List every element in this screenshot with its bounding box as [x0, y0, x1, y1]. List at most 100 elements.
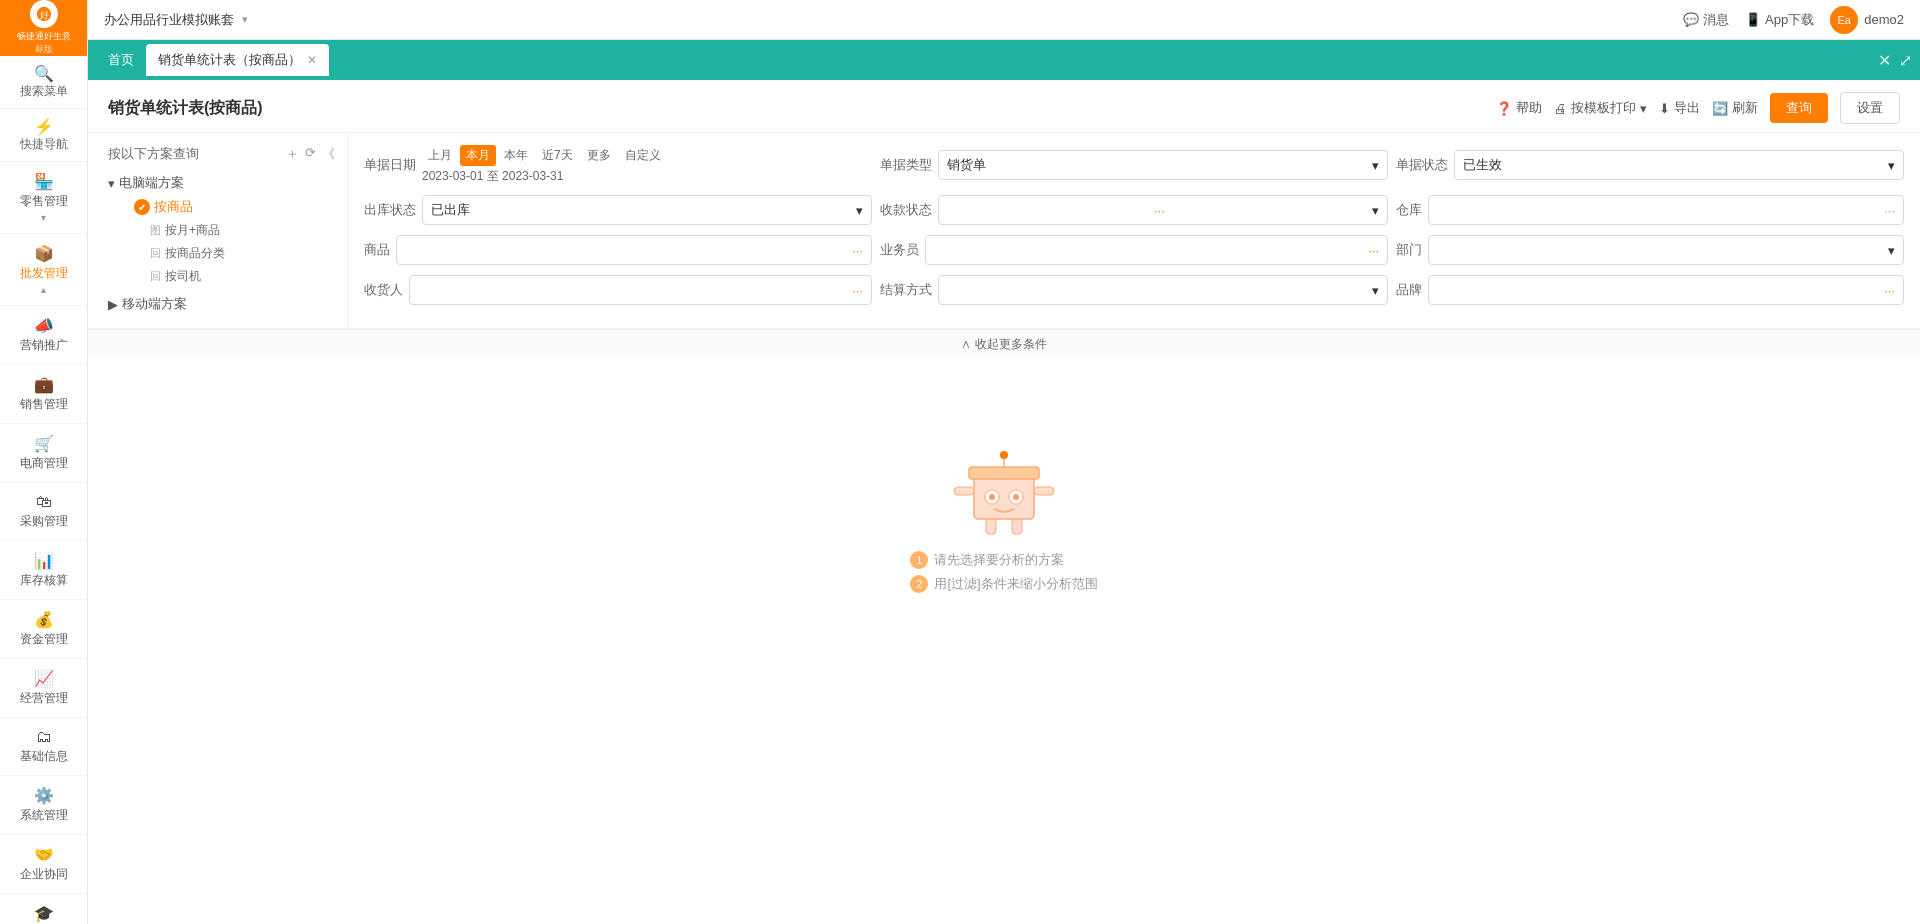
topbar-right: 💬 消息 📱 App下载 Ea demo2: [1683, 6, 1904, 34]
logo-icon: 好: [30, 0, 58, 28]
tree-pc-parent[interactable]: ▾ 电脑端方案: [108, 171, 335, 195]
filter-row-4: 收货人 ··· 结算方式 ▾: [364, 275, 1904, 305]
dept-label: 部门: [1396, 241, 1422, 259]
add-scheme-icon[interactable]: ＋: [286, 145, 299, 163]
tree-item-by-month-goods[interactable]: 图 按月+商品: [144, 219, 335, 242]
wholesale-icon: 📦: [34, 244, 54, 263]
date-label: 单据日期: [364, 156, 416, 174]
sidebar-item-operations[interactable]: 📈 经营管理: [0, 659, 87, 718]
tree-item-by-category[interactable]: 回 按商品分类: [144, 242, 335, 265]
empty-state: 1 请先选择要分析的方案 2 用[过滤]条件来缩小分析范围: [88, 359, 1920, 673]
sidebar-item-retail[interactable]: 🏪 零售管理 ▾: [0, 162, 87, 234]
help-btn[interactable]: ❓ 帮助: [1496, 99, 1542, 117]
svg-rect-13: [1012, 519, 1022, 534]
goods-select[interactable]: ···: [396, 235, 872, 265]
message-btn[interactable]: 💬 消息: [1683, 11, 1729, 29]
sidebar-item-purchase[interactable]: 🛍 采购管理: [0, 483, 87, 541]
svg-rect-10: [954, 487, 974, 495]
date-tab-more[interactable]: 更多: [581, 145, 617, 166]
dept-select[interactable]: ▾: [1428, 235, 1904, 265]
receipt-dots-icon[interactable]: ···: [1154, 203, 1165, 218]
warehouse-field-group: 仓库 ···: [1396, 195, 1904, 225]
search-menu[interactable]: 🔍 搜索菜单: [0, 56, 87, 109]
consignee-dots-icon[interactable]: ···: [852, 283, 863, 298]
minimize-icon[interactable]: ✕: [1878, 51, 1891, 70]
dept-dropdown-icon: ▾: [1888, 243, 1895, 258]
payment-select[interactable]: ▾: [938, 275, 1388, 305]
doc-status-select[interactable]: 已生效 ▾: [1454, 150, 1904, 180]
date-tab-custom[interactable]: 自定义: [619, 145, 667, 166]
dropdown-icon[interactable]: ▾: [242, 13, 248, 26]
brand-label: 品牌: [1396, 281, 1422, 299]
svg-rect-11: [1034, 487, 1054, 495]
sidebar-item-ecommerce[interactable]: 🛒 电商管理: [0, 424, 87, 483]
refresh-scheme-icon[interactable]: ⟳: [305, 145, 316, 163]
filter-row-1: 单据日期 上月 本月 本年 近7天 更多 自定义 20: [364, 145, 1904, 185]
tree-item-by-goods[interactable]: ✔ 按商品: [128, 195, 335, 219]
svg-rect-3: [969, 467, 1039, 479]
filter-row-2: 出库状态 已出库 ▾ 收款状态 ··· ▾: [364, 195, 1904, 225]
svg-rect-12: [986, 519, 996, 534]
page-actions: ❓ 帮助 🖨 按模板打印 ▾ ⬇ 导出 🔄 刷新: [1496, 92, 1900, 124]
arrow-up-icon: ▴: [41, 284, 46, 295]
settings-button[interactable]: 设置: [1840, 92, 1900, 124]
tree-arrow-icon: ▾: [108, 176, 115, 191]
doc-status-dropdown-icon: ▾: [1888, 158, 1895, 173]
app-download-btn[interactable]: 📱 App下载: [1745, 11, 1814, 29]
filter-scheme-header: 按以下方案查询 ＋ ⟳ 《: [108, 145, 335, 163]
sidebar-item-newbie[interactable]: 🎓 新手引导: [0, 894, 87, 924]
query-button[interactable]: 查询: [1770, 93, 1828, 123]
warehouse-select[interactable]: ···: [1428, 195, 1904, 225]
salesperson-select[interactable]: ···: [925, 235, 1388, 265]
message-icon: 💬: [1683, 12, 1699, 27]
warehouse-label: 仓库: [1396, 201, 1422, 219]
tab-close-icon[interactable]: ✕: [307, 53, 317, 67]
salesperson-dots-icon[interactable]: ···: [1368, 243, 1379, 258]
receipt-status-select[interactable]: ··· ▾: [938, 195, 1388, 225]
refresh-btn[interactable]: 🔄 刷新: [1712, 99, 1758, 117]
doc-type-select[interactable]: 销货单 ▾: [938, 150, 1388, 180]
print-dropdown-icon: ▾: [1640, 101, 1647, 116]
consignee-field-group: 收货人 ···: [364, 275, 872, 305]
sidebar-item-system[interactable]: ⚙️ 系统管理: [0, 776, 87, 835]
receipt-status-label: 收款状态: [880, 201, 932, 219]
date-tab-last-month[interactable]: 上月: [422, 145, 458, 166]
sidebar-item-marketing[interactable]: 📣 营销推广: [0, 306, 87, 365]
goods-field-group: 商品 ···: [364, 235, 872, 265]
app-logo-text: 畅捷通好生意: [17, 30, 71, 43]
tab-sales-stat[interactable]: 销货单统计表（按商品） ✕: [146, 44, 329, 76]
consignee-select[interactable]: ···: [409, 275, 872, 305]
empty-illustration: [944, 439, 1064, 539]
date-tab-this-month[interactable]: 本月: [460, 145, 496, 166]
tab-home[interactable]: 首页: [96, 44, 146, 76]
sidebar-item-finance[interactable]: 💰 资金管理: [0, 600, 87, 659]
salesperson-field-group: 业务员 ···: [880, 235, 1388, 265]
date-tab-this-year[interactable]: 本年: [498, 145, 534, 166]
brand-dots-icon[interactable]: ···: [1884, 283, 1895, 298]
doc-status-field-group: 单据状态 已生效 ▾: [1396, 145, 1904, 185]
out-status-select[interactable]: 已出库 ▾: [422, 195, 872, 225]
warehouse-dots-icon[interactable]: ···: [1884, 203, 1895, 218]
quick-nav[interactable]: ⚡ 快捷导航: [0, 109, 87, 162]
sidebar-item-sales[interactable]: 💼 销售管理: [0, 365, 87, 424]
sidebar-item-wholesale[interactable]: 📦 批发管理 ▴: [0, 234, 87, 306]
collapse-scheme-icon[interactable]: 《: [322, 145, 335, 163]
export-btn[interactable]: ⬇ 导出: [1659, 99, 1700, 117]
topbar: 办公用品行业模拟账套 ▾ 💬 消息 📱 App下载 Ea demo2: [88, 0, 1920, 40]
doc-status-label: 单据状态: [1396, 156, 1448, 174]
user-section[interactable]: Ea demo2: [1830, 6, 1904, 34]
print-btn[interactable]: 🖨 按模板打印 ▾: [1554, 99, 1647, 117]
date-tab-7days[interactable]: 近7天: [536, 145, 579, 166]
page-content: 销货单统计表(按商品) ❓ 帮助 🖨 按模板打印 ▾ ⬇ 导出: [88, 80, 1920, 924]
goods-dots-icon[interactable]: ···: [852, 243, 863, 258]
brand-select[interactable]: ···: [1428, 275, 1904, 305]
collapse-bar[interactable]: ∧ 收起更多条件: [88, 329, 1920, 359]
date-tabs: 上月 本月 本年 近7天 更多 自定义: [422, 145, 872, 166]
sub-scheme-icon3: 回: [150, 269, 161, 284]
sidebar-item-basic[interactable]: 🗂 基础信息: [0, 718, 87, 776]
tree-mobile-parent[interactable]: ▶ 移动端方案: [108, 292, 335, 316]
tree-item-by-driver[interactable]: 回 按司机: [144, 265, 335, 288]
sidebar-item-inventory[interactable]: 📊 库存核算: [0, 541, 87, 600]
sidebar-item-enterprise[interactable]: 🤝 企业协同: [0, 835, 87, 894]
maximize-icon[interactable]: ⤢: [1899, 51, 1912, 70]
